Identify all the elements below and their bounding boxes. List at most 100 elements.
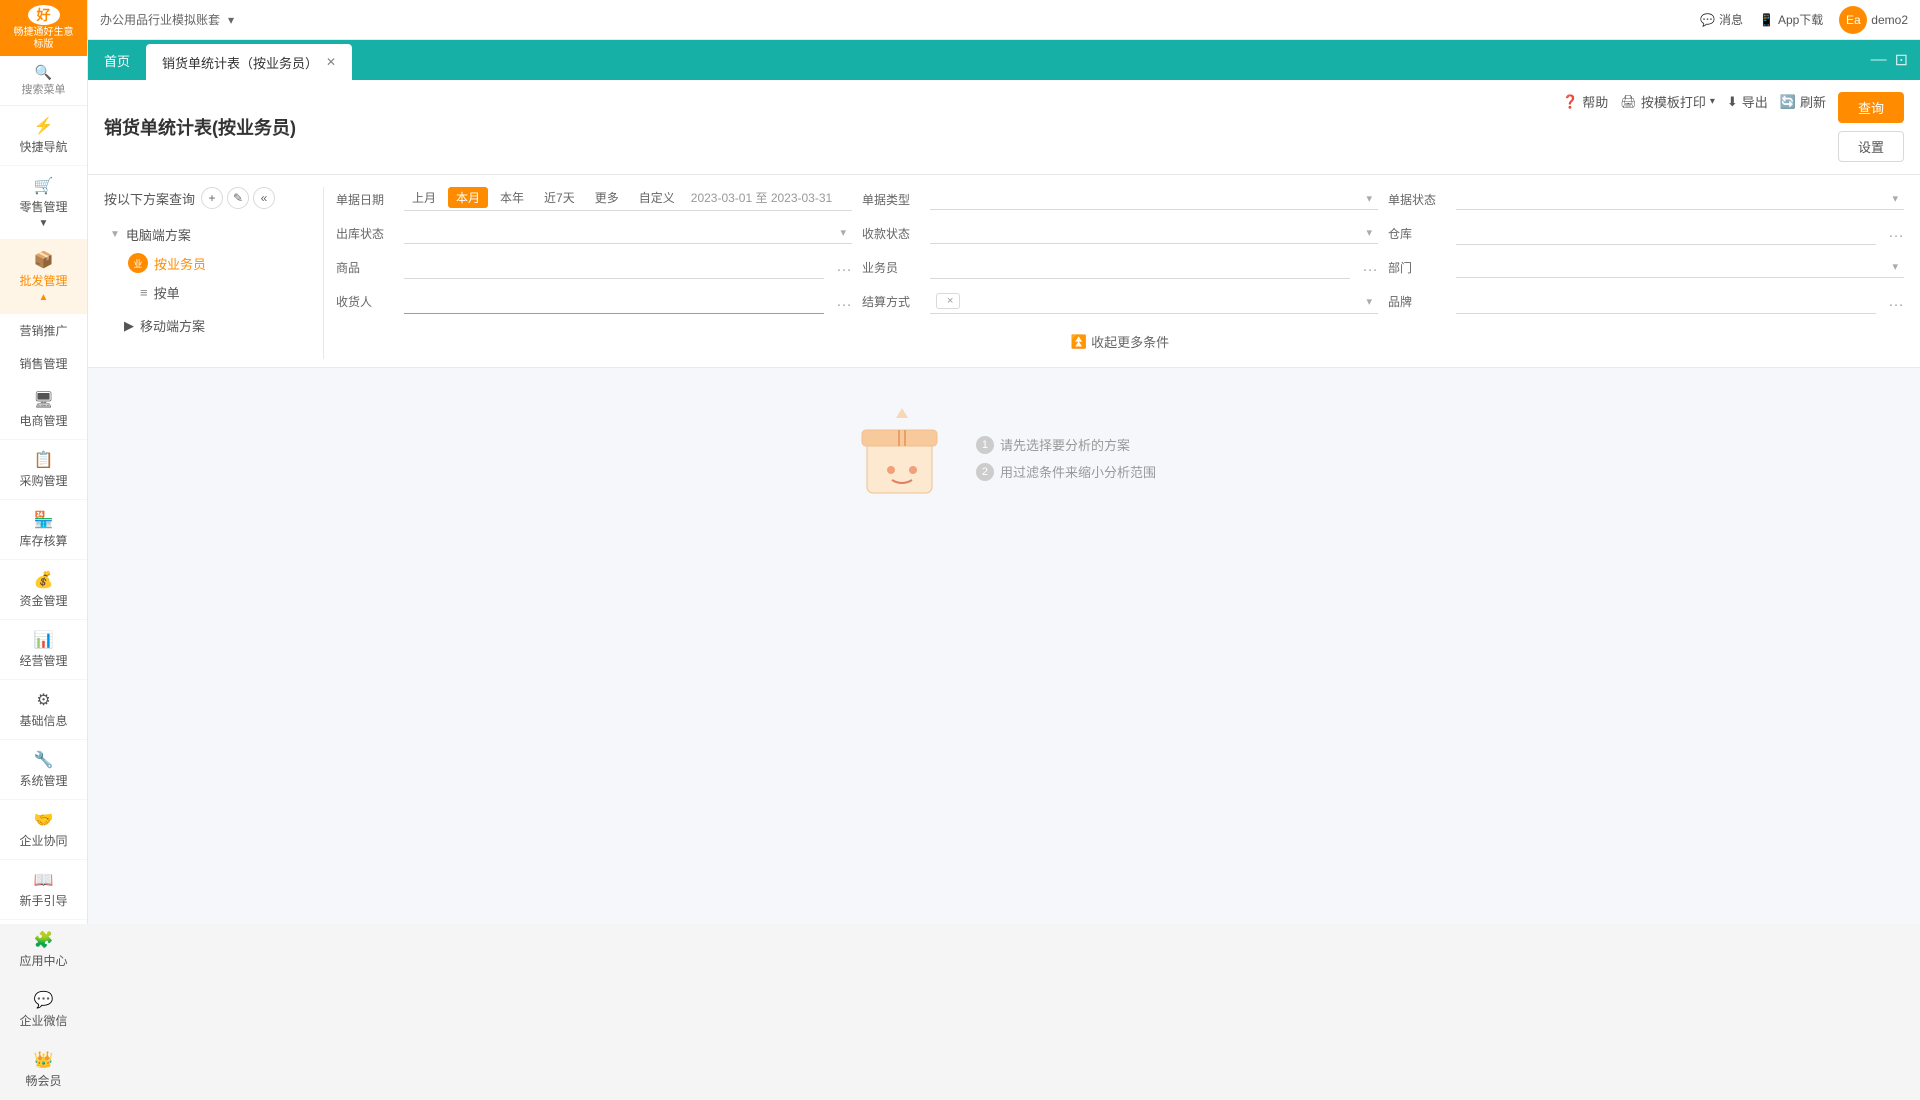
sidebar-item-guide[interactable]: 📖 新手引导 — [0, 860, 87, 920]
app-logo: 好 畅捷通好生意 标版 — [0, 0, 87, 56]
scheme-item-salesperson[interactable]: 业 按业务员 — [104, 248, 311, 278]
scheme-group-mobile-header[interactable]: ▶ 移动端方案 — [104, 311, 311, 340]
warehouse-input[interactable] — [1456, 221, 1876, 245]
logo-text: 畅捷通好生意 — [14, 27, 74, 39]
filter-brand-field: 品牌 … — [1388, 290, 1904, 314]
outstatus-dropdown-arrow: ▾ — [840, 226, 846, 239]
scheme-item-doc[interactable]: ≡ 按单 — [104, 278, 311, 307]
help-label: 帮助 — [1582, 92, 1608, 111]
date-btn-lastmonth[interactable]: 上月 — [404, 187, 444, 208]
salesperson-input[interactable] — [930, 255, 1350, 279]
sidebar-item-wechat[interactable]: 💬 企业微信 — [0, 980, 87, 1040]
sidebar-item-inventory[interactable]: 🏪 库存核算 — [0, 500, 87, 560]
help-btn[interactable]: ❓ 帮助 — [1562, 92, 1608, 111]
main-area: 办公用品行业模拟账套 ▾ 💬 消息 📱 App下载 Ea demo2 首页 — [88, 0, 1920, 924]
sidebar-item-purchase[interactable]: 📋 采购管理 — [0, 440, 87, 500]
user-profile[interactable]: Ea demo2 — [1839, 6, 1908, 34]
sidebar-item-wholesale[interactable]: 📦 批发管理 ▲ — [0, 240, 87, 314]
tab-home[interactable]: 首页 — [88, 40, 146, 80]
settlement-dropdown-arrow: ▾ — [1366, 295, 1372, 308]
receiver-input[interactable] — [404, 290, 824, 314]
brand-input[interactable] — [1456, 290, 1876, 314]
doc-scheme-icon: ≡ — [140, 285, 148, 300]
goods-input[interactable] — [404, 255, 824, 279]
receivestatus-select[interactable]: ▾ — [930, 222, 1378, 244]
wholesale-icon: 📦 — [4, 250, 83, 270]
date-btn-thismonth[interactable]: 本月 — [448, 187, 488, 208]
date-btn-7days[interactable]: 近7天 — [536, 187, 583, 208]
appstore-icon: 🧩 — [4, 930, 83, 950]
warehouse-dots[interactable]: … — [1888, 224, 1904, 242]
tab-sales-stat[interactable]: 销货单统计表（按业务员） ✕ — [146, 44, 352, 80]
sidebar-item-operation[interactable]: 📊 经营管理 — [0, 620, 87, 680]
sidebar-item-ecommerce[interactable]: 🖥 电商管理 — [0, 380, 87, 440]
subnav-sales[interactable]: 销售管理 — [0, 347, 87, 380]
tabbar: 首页 销货单统计表（按业务员） ✕ — ⊡ — [88, 40, 1920, 80]
filter-row-4: 收货人 … 结算方式 × ▾ — [336, 289, 1904, 314]
topbar-right: 💬 消息 📱 App下载 Ea demo2 — [1700, 6, 1908, 34]
doctype-select[interactable]: ▾ — [930, 188, 1378, 210]
sidebar-item-basic[interactable]: ⚙ 基础信息 — [0, 680, 87, 740]
outstatus-select[interactable]: ▾ — [404, 222, 852, 244]
sidebar-search-label: 搜索菜单 — [22, 84, 66, 96]
doctype-dropdown-arrow: ▾ — [1366, 192, 1372, 205]
refresh-btn[interactable]: 🔄 刷新 — [1780, 92, 1826, 111]
scheme-edit-btn[interactable]: ✎ — [227, 187, 249, 209]
scheme-collapse-btn[interactable]: « — [253, 187, 275, 209]
sidebar-item-member-label: 畅会员 — [4, 1072, 83, 1089]
tab-close-icon[interactable]: ✕ — [326, 55, 336, 69]
workspace-dropdown-arrow[interactable]: ▾ — [228, 13, 234, 27]
sidebar-item-ecommerce-label: 电商管理 — [4, 412, 83, 429]
sidebar-item-coop-label: 企业协同 — [4, 832, 83, 849]
sidebar-item-quicknav[interactable]: ⚡ 快捷导航 — [0, 106, 87, 166]
settlement-tag-close-icon[interactable]: × — [947, 295, 953, 307]
date-btn-thisyear[interactable]: 本年 — [492, 187, 532, 208]
scheme-add-btn[interactable]: + — [201, 187, 223, 209]
page-header: 销货单统计表(按业务员) ❓ 帮助 🖨 按模板打印 ▾ ⬇ 导出 — [88, 80, 1920, 175]
scheme-actions: + ✎ « — [201, 187, 275, 209]
date-btn-custom[interactable]: 自定义 — [631, 187, 683, 208]
department-select[interactable]: ▾ — [1456, 256, 1904, 278]
receiver-dots[interactable]: … — [836, 293, 852, 311]
sidebar-item-finance-label: 资金管理 — [4, 592, 83, 609]
settings-button[interactable]: 设置 — [1838, 131, 1904, 162]
query-button[interactable]: 查询 — [1838, 92, 1904, 123]
subnav-marketing[interactable]: 营销推广 — [0, 314, 87, 347]
sidebar: 好 畅捷通好生意 标版 🔍 搜索菜单 ⚡ 快捷导航 🛒 零售管理 ▼ 📦 批发管… — [0, 0, 88, 924]
sidebar-item-appstore[interactable]: 🧩 应用中心 — [0, 920, 87, 980]
tabbar-actions: — ⊡ — [1859, 50, 1920, 70]
sidebar-item-system[interactable]: 🔧 系统管理 — [0, 740, 87, 800]
empty-state-area: 1 请先选择要分析的方案 2 用过滤条件来缩小分析范围 — [88, 368, 1920, 548]
brand-dots[interactable]: … — [1888, 293, 1904, 311]
scheme-group-desktop-header[interactable]: ▼ 电脑端方案 — [104, 221, 311, 248]
print-btn[interactable]: 🖨 按模板打印 ▾ — [1620, 92, 1715, 111]
sidebar-item-coop[interactable]: 🤝 企业协同 — [0, 800, 87, 860]
sidebar-item-appstore-label: 应用中心 — [4, 952, 83, 969]
tab-maximize-icon[interactable]: ⊡ — [1895, 50, 1908, 70]
salesperson-scheme-icon: 业 — [128, 253, 148, 273]
wholesale-subnav: 营销推广 销售管理 — [0, 314, 87, 380]
finance-icon: 💰 — [4, 570, 83, 590]
export-btn[interactable]: ⬇ 导出 — [1727, 92, 1768, 111]
logo-tagline: 标版 — [34, 39, 54, 51]
sidebar-search-item[interactable]: 🔍 搜索菜单 — [0, 56, 87, 106]
message-btn[interactable]: 💬 消息 — [1700, 11, 1743, 28]
salesperson-dots[interactable]: … — [1362, 258, 1378, 276]
settlement-select[interactable]: × ▾ — [930, 289, 1378, 314]
help-icon: ❓ — [1562, 94, 1578, 110]
sidebar-item-wholesale-label: 批发管理 — [4, 272, 83, 289]
sidebar-item-member[interactable]: 👑 畅会员 — [0, 1040, 87, 1100]
wechat-icon: 💬 — [4, 990, 83, 1010]
collapse-bar[interactable]: ⏫ 收起更多条件 — [336, 324, 1904, 359]
tab-minimize-icon[interactable]: — — [1871, 51, 1887, 69]
salesperson-label: 业务员 — [862, 259, 922, 276]
app-download-btn[interactable]: 📱 App下载 — [1759, 11, 1823, 28]
sidebar-item-retail[interactable]: 🛒 零售管理 ▼ — [0, 166, 87, 240]
refresh-label: 刷新 — [1800, 92, 1826, 111]
docstatus-select[interactable]: ▾ — [1456, 188, 1904, 210]
date-btn-more[interactable]: 更多 — [587, 187, 627, 208]
scheme-group-desktop-label: 电脑端方案 — [126, 225, 191, 244]
goods-dots[interactable]: … — [836, 258, 852, 276]
sidebar-item-finance[interactable]: 💰 资金管理 — [0, 560, 87, 620]
settlement-tag: × — [936, 293, 960, 309]
